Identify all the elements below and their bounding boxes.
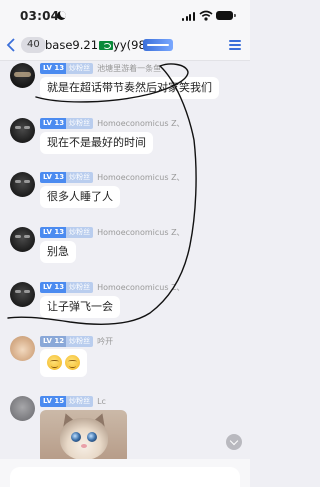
kitten-eye (87, 432, 97, 442)
message-meta: LV 13 炒粉丝 Homoeconomicus Z、 (40, 172, 185, 184)
kitten-eye (71, 432, 81, 442)
message-meta: LV 12 炒粉丝 吟开 (40, 336, 113, 348)
menu-icon[interactable] (229, 40, 241, 50)
sender-name[interactable]: 池塘里游着一条鱼 (97, 63, 161, 74)
chat-message: LV 13 炒粉丝 Homoeconomicus Z、 让子弹飞一会 (0, 282, 250, 322)
message-meta: LV 13 炒粉丝 池塘里游着一条鱼 (40, 63, 161, 75)
chat-message: LV 15 炒粉丝 Lc (0, 396, 250, 466)
chat-title-prefix: base9.21 (45, 38, 99, 52)
kitten-head (60, 418, 108, 460)
signal-icon (182, 11, 196, 21)
message-input[interactable] (10, 467, 240, 487)
avatar[interactable] (10, 118, 35, 143)
input-bar (0, 459, 250, 487)
sender-name[interactable]: Homoeconomicus Z、 (97, 118, 184, 129)
sender-name[interactable]: 吟开 (97, 336, 113, 347)
chat-message: LV 13 炒粉丝 池塘里游着一条鱼 就是在超话带节奏然后对家笑我们 (0, 63, 250, 103)
emoji-message-bubble[interactable] (40, 349, 87, 377)
fan-tag: 炒粉丝 (66, 282, 94, 293)
avatar[interactable] (10, 396, 35, 421)
fan-tag: 炒粉丝 (66, 227, 94, 238)
grin-emoji-icon (47, 355, 62, 370)
unread-count-badge[interactable]: 40 (21, 37, 46, 53)
chat-message: LV 13 炒粉丝 Homoeconomicus Z、 很多人睡了人 (0, 172, 250, 212)
chat-title: base9.21 yy(981) (45, 37, 158, 53)
scroll-down-button[interactable] (226, 434, 242, 450)
avatar[interactable] (10, 172, 35, 197)
message-meta: LV 15 炒粉丝 Lc (40, 396, 106, 408)
chat-message: LV 13 炒粉丝 Homoeconomicus Z、 别急 (0, 227, 250, 267)
fan-tag: 炒粉丝 (66, 63, 94, 74)
green-flag-icon (98, 41, 113, 50)
level-tag: LV 12 (40, 336, 68, 347)
message-bubble[interactable]: 别急 (40, 241, 76, 263)
level-tag: LV 13 (40, 172, 68, 183)
avatar[interactable] (10, 282, 35, 307)
group-badge-icon (143, 39, 173, 51)
chat-message: LV 13 炒粉丝 Homoeconomicus Z、 现在不是最好的时间 (0, 118, 250, 158)
wifi-icon (199, 10, 213, 21)
sender-name[interactable]: Lc (97, 396, 106, 407)
fan-tag: 炒粉丝 (66, 172, 94, 183)
message-meta: LV 13 炒粉丝 Homoeconomicus Z、 (40, 227, 185, 239)
avatar[interactable] (10, 227, 35, 252)
level-tag: LV 13 (40, 227, 68, 238)
grin-emoji-icon (65, 355, 80, 370)
chevron-left-icon[interactable] (6, 38, 16, 52)
sender-name[interactable]: Homoeconomicus Z、 (97, 172, 184, 183)
fan-tag: 炒粉丝 (66, 336, 94, 347)
status-bar: 03:04 (0, 0, 250, 30)
message-meta: LV 13 炒粉丝 Homoeconomicus Z、 (40, 118, 185, 130)
avatar[interactable] (10, 336, 35, 361)
chat-message: LV 12 炒粉丝 吟开 (0, 336, 250, 382)
fan-tag: 炒粉丝 (66, 118, 94, 129)
kitten-photo[interactable] (40, 410, 127, 464)
moon-icon (57, 11, 66, 20)
level-tag: LV 13 (40, 118, 68, 129)
message-bubble[interactable]: 就是在超话带节奏然后对家笑我们 (40, 77, 219, 99)
kitten-nose (81, 444, 87, 448)
sender-name[interactable]: Homoeconomicus Z、 (97, 282, 184, 293)
message-meta: LV 13 炒粉丝 Homoeconomicus Z、 (40, 282, 185, 294)
status-time: 03:04 (20, 9, 60, 23)
battery-icon (216, 11, 236, 20)
chat-header: 40 base9.21 yy(981) (0, 30, 250, 61)
fan-tag: 炒粉丝 (66, 396, 94, 407)
message-bubble[interactable]: 让子弹飞一会 (40, 296, 120, 318)
level-tag: LV 15 (40, 396, 68, 407)
avatar[interactable] (10, 63, 35, 88)
level-tag: LV 13 (40, 282, 68, 293)
message-bubble[interactable]: 现在不是最好的时间 (40, 132, 153, 154)
level-tag: LV 13 (40, 63, 68, 74)
sender-name[interactable]: Homoeconomicus Z、 (97, 227, 184, 238)
message-bubble[interactable]: 很多人睡了人 (40, 186, 120, 208)
